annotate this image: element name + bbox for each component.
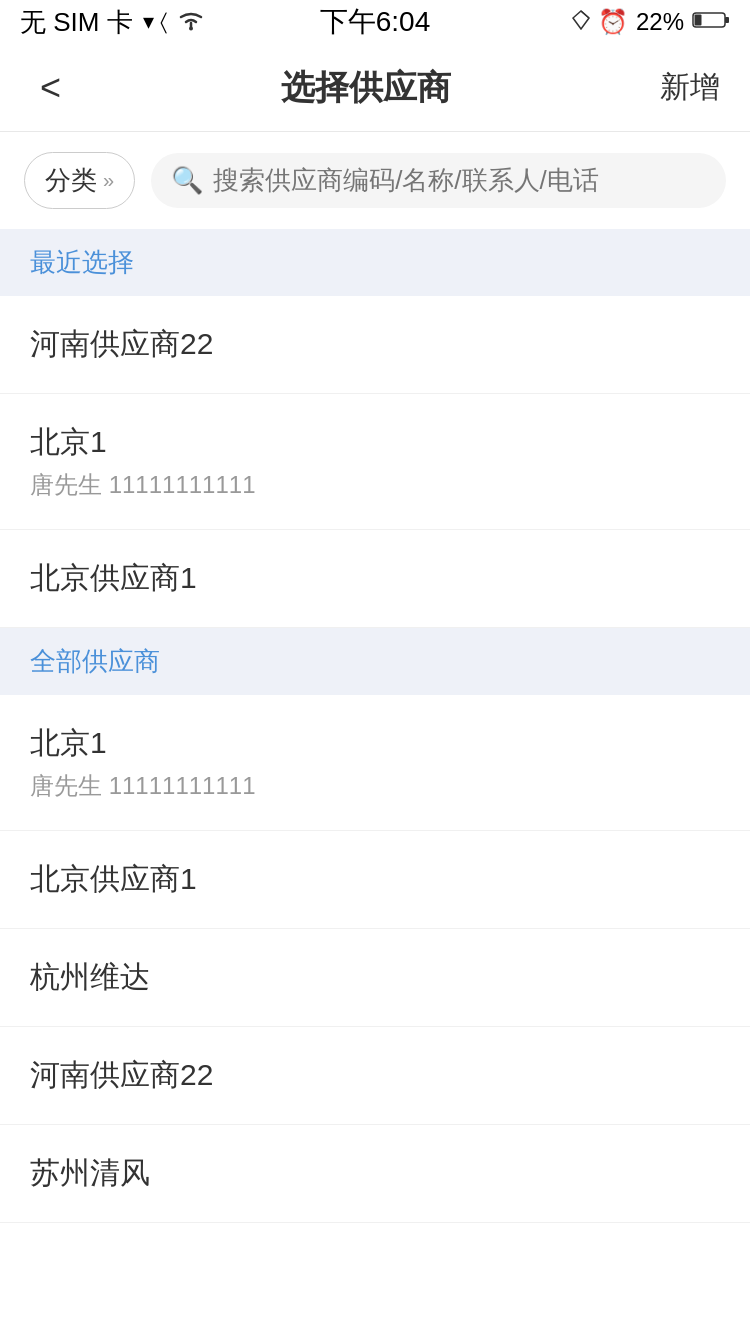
- filter-bar: 分类 » 🔍: [0, 132, 750, 229]
- location-icon: [572, 8, 590, 36]
- item-sub: 唐先生 11111111111: [30, 469, 720, 501]
- list-item[interactable]: 北京供应商1: [0, 831, 750, 929]
- battery-percent: 22%: [636, 8, 684, 36]
- item-name: 北京供应商1: [30, 859, 720, 900]
- recent-section-header: 最近选择: [0, 229, 750, 296]
- nav-bar: < 选择供应商 新增: [0, 44, 750, 132]
- list-item[interactable]: 北京1 唐先生 11111111111: [0, 695, 750, 831]
- list-item[interactable]: 北京1 唐先生 11111111111: [0, 394, 750, 530]
- item-name: 北京1: [30, 422, 720, 463]
- search-box[interactable]: 🔍: [151, 153, 726, 208]
- list-item[interactable]: 苏州清风: [0, 1125, 750, 1223]
- wifi-signal-icon: [177, 7, 205, 38]
- status-left: 无 SIM 卡 ▾ 〈: [20, 5, 205, 40]
- add-button[interactable]: 新增: [660, 67, 720, 108]
- item-name: 北京供应商1: [30, 558, 720, 599]
- item-sub: 唐先生 11111111111: [30, 770, 720, 802]
- all-list: 北京1 唐先生 11111111111 北京供应商1 杭州维达河南供应商22 苏州清风: [0, 695, 750, 1223]
- list-item[interactable]: 北京供应商1: [0, 530, 750, 628]
- item-name: 河南供应商22: [30, 324, 720, 365]
- category-label: 分类: [45, 163, 97, 198]
- back-button[interactable]: <: [30, 57, 71, 119]
- wifi-icon: ▾ 〈: [143, 9, 167, 35]
- item-name: 苏州清风: [30, 1153, 720, 1194]
- all-section-label: 全部供应商: [30, 646, 160, 676]
- category-button[interactable]: 分类 »: [24, 152, 135, 209]
- status-bar: 无 SIM 卡 ▾ 〈 下午6:04 ⏰ 22%: [0, 0, 750, 44]
- recent-list: 河南供应商22 北京1 唐先生 11111111111 北京供应商1: [0, 296, 750, 628]
- item-name: 河南供应商22: [30, 1055, 720, 1096]
- status-right: ⏰ 22%: [572, 8, 730, 36]
- item-name: 杭州维达: [30, 957, 720, 998]
- all-section-header: 全部供应商: [0, 628, 750, 695]
- list-item[interactable]: 杭州维达: [0, 929, 750, 1027]
- alarm-icon: ⏰: [598, 8, 628, 36]
- battery-icon: [692, 8, 730, 36]
- carrier-label: 无 SIM 卡: [20, 5, 133, 40]
- search-input[interactable]: [213, 165, 706, 196]
- list-item[interactable]: 河南供应商22: [0, 1027, 750, 1125]
- page-title: 选择供应商: [281, 65, 451, 111]
- svg-rect-2: [725, 17, 729, 23]
- chevron-right-icon: »: [103, 169, 114, 192]
- recent-section-label: 最近选择: [30, 247, 134, 277]
- item-name: 北京1: [30, 723, 720, 764]
- list-item[interactable]: 河南供应商22: [0, 296, 750, 394]
- search-icon: 🔍: [171, 165, 203, 196]
- status-time: 下午6:04: [320, 3, 431, 41]
- svg-point-0: [189, 26, 193, 30]
- svg-rect-3: [695, 15, 702, 26]
